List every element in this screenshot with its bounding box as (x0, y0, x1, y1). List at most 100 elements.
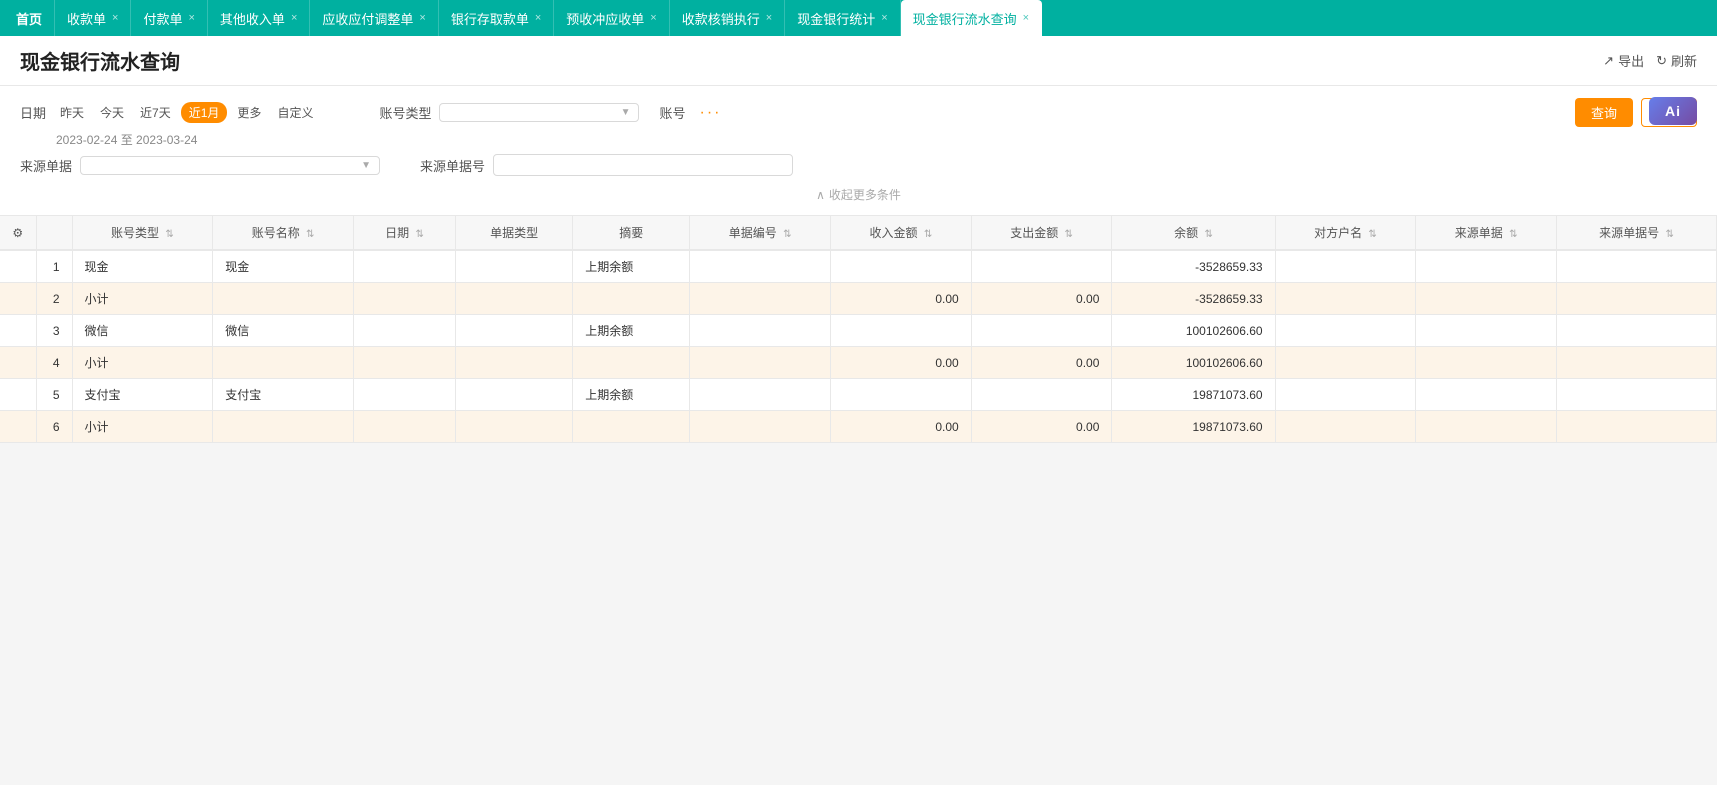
table-cell: 19871073.60 (1112, 379, 1275, 411)
table-cell: 2 (36, 283, 72, 315)
close-cash-bank-stats-icon[interactable]: × (881, 12, 887, 24)
ai-badge[interactable]: Ai (1649, 97, 1697, 125)
nav-tab-other-income[interactable]: 其他收入单 × (208, 0, 310, 36)
nav-tab-ar-ap-adjust-label: 应收应付调整单 (322, 9, 413, 28)
nav-tab-collection-exec[interactable]: 收款核销执行 × (670, 0, 785, 36)
table-row: 4小计0.000.00100102606.60 (0, 347, 1717, 379)
page-header: 现金银行流水查询 ↗ 导出 ↻ 刷新 (0, 36, 1717, 86)
sort-source-doc-icon: ⇅ (1509, 229, 1517, 240)
close-payment-icon[interactable]: × (188, 12, 194, 24)
date-today-btn[interactable]: 今天 (94, 102, 130, 123)
collapse-bar[interactable]: ∧ 收起更多条件 (20, 186, 1697, 203)
table-col-date[interactable]: 日期 ⇅ (353, 216, 455, 250)
nav-tab-bank-deposit[interactable]: 银行存取款单 × (439, 0, 554, 36)
table-cell (353, 315, 455, 347)
table-cell: 3 (36, 315, 72, 347)
table-cell (573, 411, 690, 443)
nav-tab-cash-bank-flow-label: 现金银行流水查询 (913, 9, 1017, 28)
source-doc-no-input[interactable] (493, 154, 793, 176)
nav-tab-receive[interactable]: 收款单 × (55, 0, 131, 36)
table-col-source-doc[interactable]: 来源单据 ⇅ (1416, 216, 1557, 250)
source-doc-no-filter-item: 来源单据号 (420, 154, 793, 176)
source-doc-filter-item: 来源单据 ▼ (20, 156, 380, 175)
date-filter-item: 日期 昨天 今天 近7天 近1月 更多 自定义 (20, 102, 319, 123)
account-type-select[interactable]: ▼ (439, 103, 639, 122)
table-col-doc-no[interactable]: 单据编号 ⇅ (690, 216, 831, 250)
account-filter-item: 账号 ··· (659, 102, 727, 124)
sort-source-doc-no-icon: ⇅ (1665, 229, 1673, 240)
table-col-source-doc-no[interactable]: 来源单据号 ⇅ (1556, 216, 1716, 250)
nav-tab-cash-bank-stats[interactable]: 现金银行统计 × (785, 0, 900, 36)
refresh-button[interactable]: ↻ 刷新 (1656, 51, 1697, 70)
table-cell (1275, 347, 1416, 379)
nav-tab-cash-bank-flow[interactable]: 现金银行流水查询 × (901, 0, 1042, 36)
table-cell (1556, 315, 1716, 347)
date-7days-btn[interactable]: 近7天 (134, 102, 177, 123)
table-area: ⚙ 账号类型 ⇅ 账号名称 ⇅ 日期 ⇅ 单据类型 摘要 单据编号 ⇅ 收入金额… (0, 216, 1717, 443)
table-col-gear[interactable]: ⚙ (0, 216, 36, 250)
table-cell (1556, 347, 1716, 379)
table-cell (1556, 283, 1716, 315)
close-other-income-icon[interactable]: × (291, 12, 297, 24)
date-shortcuts: 昨天 今天 近7天 近1月 更多 自定义 (54, 102, 319, 123)
table-cell: 0.00 (971, 283, 1112, 315)
nav-tab-advance-offset-label: 预收冲应收单 (566, 9, 644, 28)
table-cell (690, 283, 831, 315)
table-col-balance[interactable]: 余额 ⇅ (1112, 216, 1275, 250)
table-cell: 上期余额 (573, 315, 690, 347)
date-yesterday-btn[interactable]: 昨天 (54, 102, 90, 123)
account-dots-button[interactable]: ··· (693, 102, 727, 124)
close-bank-deposit-icon[interactable]: × (535, 12, 541, 24)
date-more-btn[interactable]: 更多 (231, 102, 267, 123)
table-cell: 0.00 (831, 347, 972, 379)
close-ar-ap-adjust-icon[interactable]: × (419, 12, 425, 24)
table-cell (353, 347, 455, 379)
table-col-account-name[interactable]: 账号名称 ⇅ (213, 216, 354, 250)
table-cell: 100102606.60 (1112, 315, 1275, 347)
table-col-income[interactable]: 收入金额 ⇅ (831, 216, 972, 250)
close-advance-offset-icon[interactable]: × (650, 12, 656, 24)
close-receive-icon[interactable]: × (112, 12, 118, 24)
close-cash-bank-flow-icon[interactable]: × (1023, 12, 1029, 24)
export-label: 导出 (1618, 51, 1644, 70)
table-cell: 5 (36, 379, 72, 411)
query-button[interactable]: 查询 (1575, 98, 1633, 127)
date-custom-btn[interactable]: 自定义 (271, 102, 319, 123)
table-cell (1556, 379, 1716, 411)
table-cell (0, 283, 36, 315)
table-cell (456, 283, 573, 315)
date-range-display: 2023-02-24 至 2023-03-24 (20, 131, 1697, 148)
refresh-label: 刷新 (1671, 51, 1697, 70)
nav-tab-ar-ap-adjust[interactable]: 应收应付调整单 × (310, 0, 438, 36)
nav-tab-home[interactable]: 首页 (4, 0, 55, 36)
source-doc-no-label: 来源单据号 (420, 156, 485, 175)
table-cell: 0.00 (971, 411, 1112, 443)
table-cell: 上期余额 (573, 250, 690, 283)
export-button[interactable]: ↗ 导出 (1603, 51, 1644, 70)
table-cell: -3528659.33 (1112, 250, 1275, 283)
table-cell: 1 (36, 250, 72, 283)
table-cell (1275, 379, 1416, 411)
close-collection-exec-icon[interactable]: × (766, 12, 772, 24)
table-col-expense[interactable]: 支出金额 ⇅ (971, 216, 1112, 250)
table-cell (690, 250, 831, 283)
table-col-account-type[interactable]: 账号类型 ⇅ (72, 216, 213, 250)
date-1month-btn[interactable]: 近1月 (181, 102, 228, 123)
nav-tab-payment[interactable]: 付款单 × (131, 0, 207, 36)
table-cell (0, 411, 36, 443)
table-cell: 微信 (72, 315, 213, 347)
sort-doc-no-icon: ⇅ (783, 229, 791, 240)
table-row: 6小计0.000.0019871073.60 (0, 411, 1717, 443)
nav-tab-payment-label: 付款单 (143, 9, 182, 28)
nav-tab-home-label: 首页 (16, 9, 42, 28)
table-col-counterparty[interactable]: 对方户名 ⇅ (1275, 216, 1416, 250)
table-cell (690, 315, 831, 347)
table-cell: 小计 (72, 283, 213, 315)
source-doc-select[interactable]: ▼ (80, 156, 380, 175)
table-cell (690, 411, 831, 443)
table-cell (1416, 379, 1557, 411)
table-cell (456, 315, 573, 347)
sort-account-type-icon: ⇅ (165, 229, 173, 240)
nav-tab-advance-offset[interactable]: 预收冲应收单 × (554, 0, 669, 36)
table-cell: 0.00 (831, 411, 972, 443)
